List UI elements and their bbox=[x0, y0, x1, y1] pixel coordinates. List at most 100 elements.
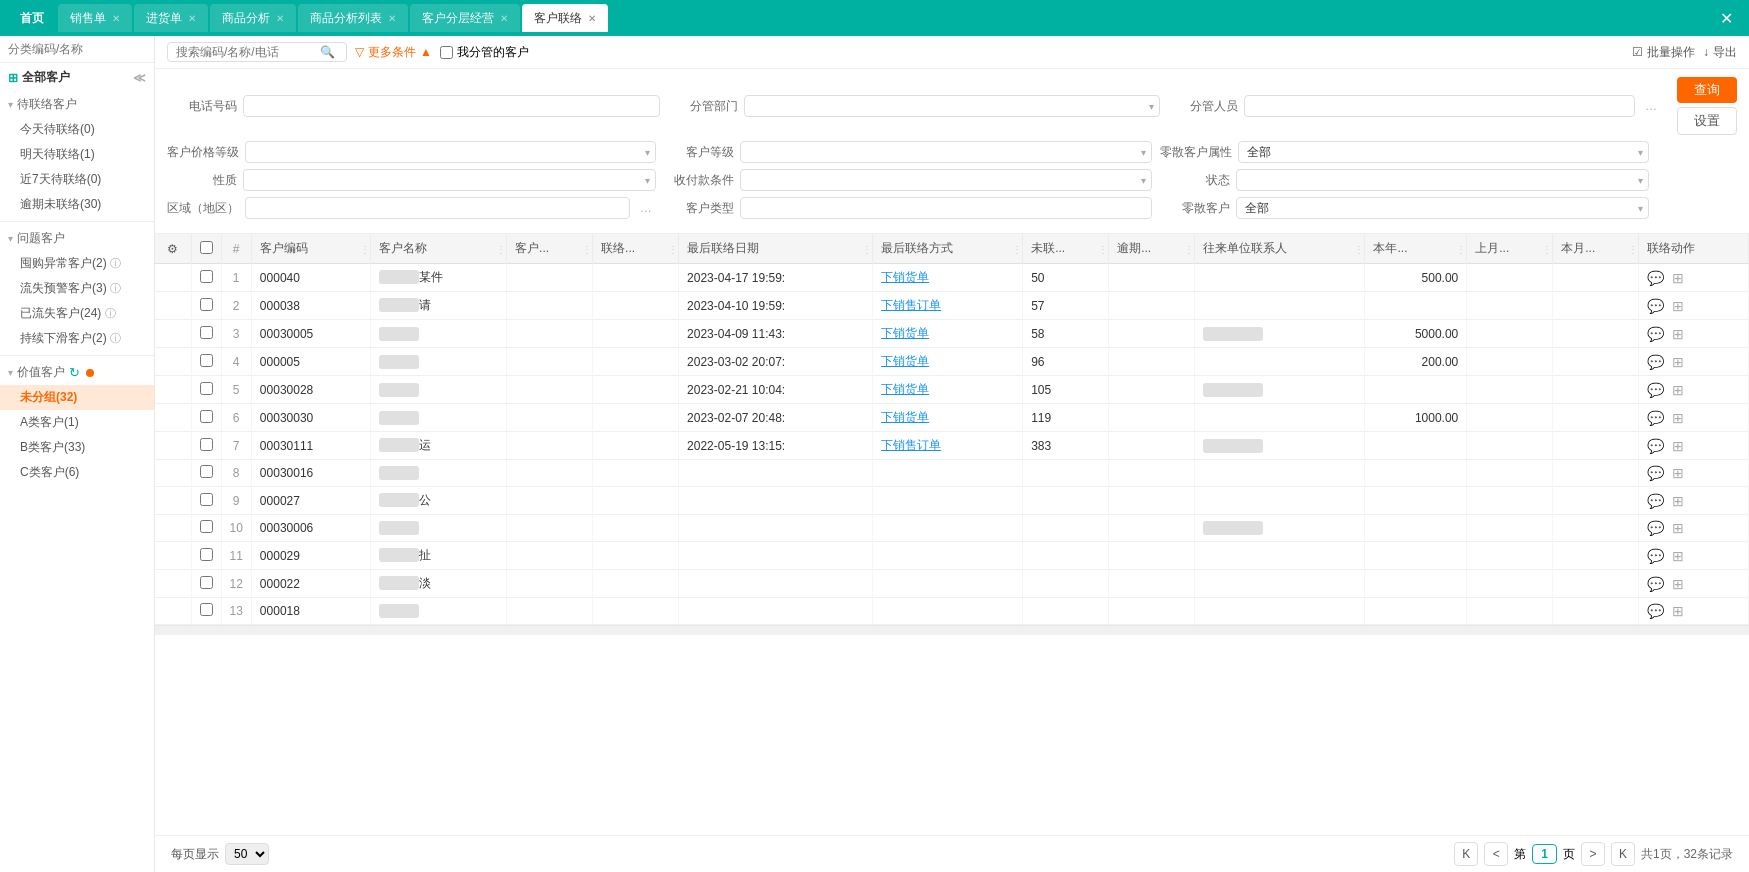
action-grid-icon-6[interactable]: ⊞ bbox=[1672, 438, 1684, 454]
row-check-10[interactable] bbox=[191, 542, 221, 570]
row-check-2[interactable] bbox=[191, 320, 221, 348]
sidebar-item-7days-contact[interactable]: 近7天待联络(0) bbox=[0, 167, 154, 192]
row-check-0[interactable] bbox=[191, 264, 221, 292]
sidebar-search-input[interactable] bbox=[8, 42, 155, 56]
status-select[interactable] bbox=[1236, 169, 1649, 191]
row-gear-1[interactable] bbox=[155, 292, 191, 320]
close-tab-customer-segment[interactable]: ✕ bbox=[500, 13, 508, 24]
action-message-icon-12[interactable]: 💬 bbox=[1647, 603, 1664, 619]
row-check-12[interactable] bbox=[191, 598, 221, 625]
tab-customer-contact[interactable]: 客户联络 ✕ bbox=[522, 4, 608, 32]
reset-button[interactable]: 设置 bbox=[1677, 107, 1737, 135]
action-message-icon-1[interactable]: 💬 bbox=[1647, 298, 1664, 314]
action-message-icon-10[interactable]: 💬 bbox=[1647, 548, 1664, 564]
refresh-icon[interactable]: ↻ bbox=[69, 365, 80, 380]
action-grid-icon-7[interactable]: ⊞ bbox=[1672, 465, 1684, 481]
sidebar-item-churned[interactable]: 已流失客户(24) ⓘ bbox=[0, 301, 154, 326]
group-value-customers[interactable]: ▾ 价值客户 ↻ bbox=[0, 360, 154, 385]
action-message-icon-7[interactable]: 💬 bbox=[1647, 465, 1664, 481]
action-grid-icon-4[interactable]: ⊞ bbox=[1672, 382, 1684, 398]
action-message-icon-0[interactable]: 💬 bbox=[1647, 270, 1664, 286]
sidebar-item-tomorrow-contact[interactable]: 明天待联络(1) bbox=[0, 142, 154, 167]
action-grid-icon-5[interactable]: ⊞ bbox=[1672, 410, 1684, 426]
close-tab-product-analysis-list[interactable]: ✕ bbox=[388, 13, 396, 24]
person-input[interactable] bbox=[1244, 95, 1635, 117]
dept-select[interactable] bbox=[744, 95, 1161, 117]
customer-level-select[interactable] bbox=[740, 141, 1153, 163]
sidebar-item-today-contact[interactable]: 今天待联络(0) bbox=[0, 117, 154, 142]
action-grid-icon-8[interactable]: ⊞ bbox=[1672, 493, 1684, 509]
row-gear-4[interactable] bbox=[155, 376, 191, 404]
row-check-8[interactable] bbox=[191, 487, 221, 515]
all-customers-header[interactable]: ⊞ 全部客户 ≪ bbox=[0, 63, 154, 92]
select-all-checkbox[interactable] bbox=[200, 241, 213, 254]
price-level-select[interactable] bbox=[245, 141, 656, 163]
row-gear-3[interactable] bbox=[155, 348, 191, 376]
close-tab-purchase[interactable]: ✕ bbox=[188, 13, 196, 24]
row-check-4[interactable] bbox=[191, 376, 221, 404]
row-check-11[interactable] bbox=[191, 570, 221, 598]
search-input[interactable] bbox=[176, 45, 316, 59]
sidebar-item-ungrouped[interactable]: 未分组(32) bbox=[0, 385, 154, 410]
action-message-icon-8[interactable]: 💬 bbox=[1647, 493, 1664, 509]
sidebar-item-hoarding-abnormal[interactable]: 囤购异常客户(2) ⓘ bbox=[0, 251, 154, 276]
action-message-icon-11[interactable]: 💬 bbox=[1647, 576, 1664, 592]
close-tab-customer-contact[interactable]: ✕ bbox=[588, 13, 596, 24]
row-gear-2[interactable] bbox=[155, 320, 191, 348]
next-page-button[interactable]: > bbox=[1581, 842, 1605, 866]
action-message-icon-6[interactable]: 💬 bbox=[1647, 438, 1664, 454]
customer-type-input[interactable] bbox=[740, 197, 1153, 219]
row-gear-7[interactable] bbox=[155, 460, 191, 487]
my-customers-checkbox[interactable]: 我分管的客户 bbox=[440, 44, 529, 61]
region-more-icon[interactable]: … bbox=[636, 201, 656, 215]
row-check-9[interactable] bbox=[191, 515, 221, 542]
group-pending-contact[interactable]: ▾ 待联络客户 bbox=[0, 92, 154, 117]
row-gear-6[interactable] bbox=[155, 432, 191, 460]
my-customers-check[interactable] bbox=[440, 46, 453, 59]
action-grid-icon-3[interactable]: ⊞ bbox=[1672, 354, 1684, 370]
action-grid-icon-9[interactable]: ⊞ bbox=[1672, 520, 1684, 536]
row-gear-8[interactable] bbox=[155, 487, 191, 515]
region-input[interactable] bbox=[245, 197, 630, 219]
sidebar-item-c-class[interactable]: C类客户(6) bbox=[0, 460, 154, 485]
action-grid-icon-11[interactable]: ⊞ bbox=[1672, 576, 1684, 592]
person-more-icon[interactable]: … bbox=[1641, 99, 1661, 113]
sidebar-item-churn-warning[interactable]: 流失预警客户(3) ⓘ bbox=[0, 276, 154, 301]
batch-ops-button[interactable]: ☑ 批量操作 bbox=[1632, 44, 1695, 61]
action-message-icon-3[interactable]: 💬 bbox=[1647, 354, 1664, 370]
phone-input[interactable] bbox=[243, 95, 660, 117]
sparse-customer-select[interactable]: 全部 bbox=[1236, 197, 1649, 219]
tab-product-analysis[interactable]: 商品分析 ✕ bbox=[210, 4, 296, 32]
tab-customer-segment[interactable]: 客户分层经营 ✕ bbox=[410, 4, 520, 32]
more-conditions-button[interactable]: ▽ 更多条件 ▲ bbox=[355, 44, 432, 61]
row-check-6[interactable] bbox=[191, 432, 221, 460]
th-settings[interactable]: ⚙ bbox=[155, 234, 191, 264]
sidebar-item-overdue-contact[interactable]: 逾期未联络(30) bbox=[0, 192, 154, 217]
group-problem-customers[interactable]: ▾ 问题客户 bbox=[0, 226, 154, 251]
row-gear-9[interactable] bbox=[155, 515, 191, 542]
action-message-icon-5[interactable]: 💬 bbox=[1647, 410, 1664, 426]
row-gear-0[interactable] bbox=[155, 264, 191, 292]
action-message-icon-9[interactable]: 💬 bbox=[1647, 520, 1664, 536]
sparse-attr-select[interactable]: 全部 bbox=[1238, 141, 1649, 163]
query-button[interactable]: 查询 bbox=[1677, 77, 1737, 103]
export-button[interactable]: ↓ 导出 bbox=[1703, 44, 1737, 61]
nature-select[interactable] bbox=[243, 169, 656, 191]
close-tab-sales[interactable]: ✕ bbox=[112, 13, 120, 24]
sidebar-item-b-class[interactable]: B类客户(33) bbox=[0, 435, 154, 460]
row-gear-5[interactable] bbox=[155, 404, 191, 432]
horizontal-scrollbar[interactable] bbox=[155, 625, 1749, 635]
action-grid-icon-2[interactable]: ⊞ bbox=[1672, 326, 1684, 342]
per-page-select[interactable]: 50 bbox=[225, 843, 269, 865]
action-message-icon-4[interactable]: 💬 bbox=[1647, 382, 1664, 398]
search-icon[interactable]: 🔍 bbox=[320, 45, 335, 59]
tab-home[interactable]: 首页 bbox=[8, 4, 56, 32]
row-check-1[interactable] bbox=[191, 292, 221, 320]
close-tab-product-analysis[interactable]: ✕ bbox=[276, 13, 284, 24]
sidebar-item-a-class[interactable]: A类客户(1) bbox=[0, 410, 154, 435]
action-grid-icon-12[interactable]: ⊞ bbox=[1672, 603, 1684, 619]
row-check-3[interactable] bbox=[191, 348, 221, 376]
close-window-button[interactable]: ✕ bbox=[1712, 9, 1741, 28]
action-grid-icon-0[interactable]: ⊞ bbox=[1672, 270, 1684, 286]
action-grid-icon-1[interactable]: ⊞ bbox=[1672, 298, 1684, 314]
